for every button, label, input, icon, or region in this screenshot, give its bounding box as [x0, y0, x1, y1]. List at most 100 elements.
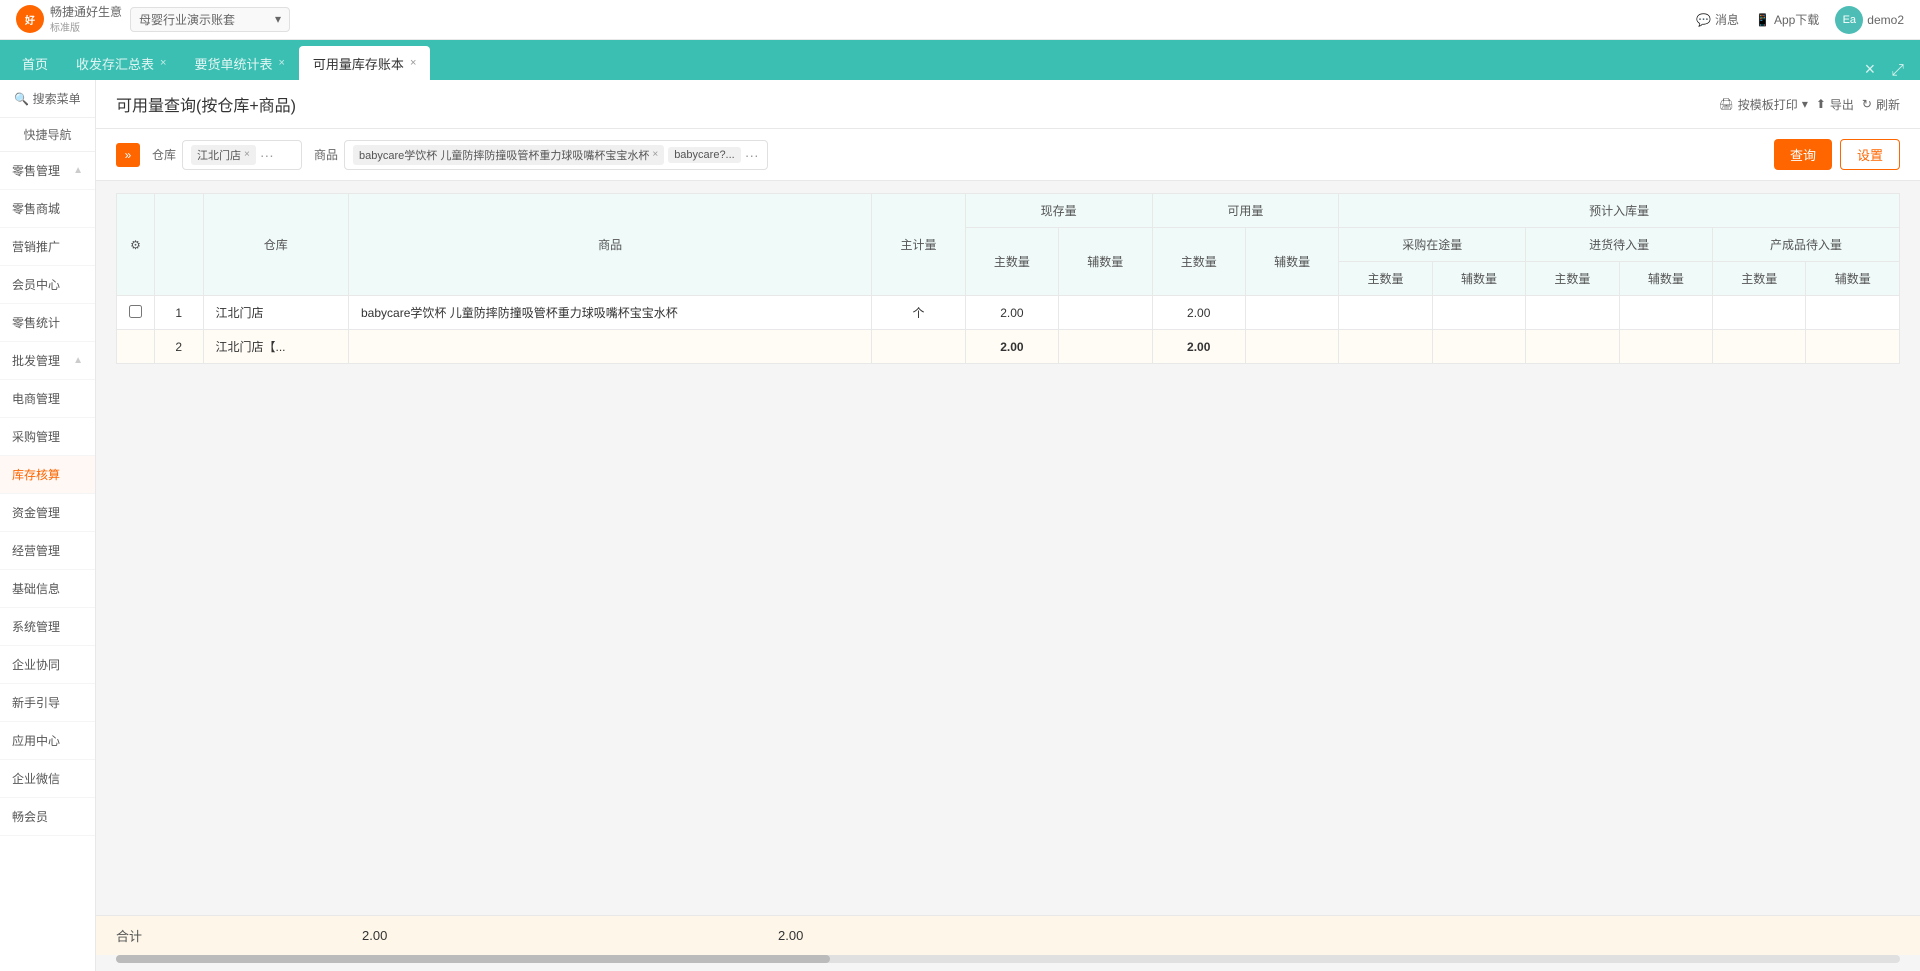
app-download-label: App下载	[1774, 11, 1819, 28]
tab-available-stock-close[interactable]: ×	[410, 57, 416, 69]
logo-sub: 标准版	[50, 19, 122, 34]
sidebar-item-wholesale[interactable]: 批发管理 ▲	[0, 342, 95, 380]
sidebar-item-retail-stats-label: 零售统计	[12, 314, 83, 331]
tab-order-stats[interactable]: 要货单统计表 ×	[180, 46, 298, 80]
tab-summary[interactable]: 收发存汇总表 ×	[62, 46, 180, 80]
row1-check[interactable]	[117, 296, 155, 330]
sidebar-item-wholesale-label: 批发管理	[12, 352, 73, 369]
col-available-header: 可用量	[1152, 194, 1339, 228]
sidebar-item-ecommerce-label: 电商管理	[12, 390, 83, 407]
sidebar-item-marketing[interactable]: 营销推广	[0, 228, 95, 266]
col-seq-header	[155, 194, 204, 296]
tab-summary-label: 收发存汇总表	[76, 54, 154, 73]
sidebar-item-ecommerce[interactable]: 电商管理	[0, 380, 95, 418]
sidebar-search[interactable]: 🔍 搜索菜单	[0, 80, 95, 118]
row1-stock-aux	[1059, 296, 1152, 330]
sidebar-item-inventory[interactable]: 库存核算	[0, 456, 95, 494]
sidebar-item-vip[interactable]: 畅会员	[0, 798, 95, 836]
sidebar-item-system-label: 系统管理	[12, 618, 83, 635]
sidebar-item-enterprise-wechat[interactable]: 企业微信	[0, 760, 95, 798]
col-incoming-pending-header: 进货待入量	[1526, 228, 1713, 262]
expand-tabs-button[interactable]: ⤢	[1883, 62, 1912, 80]
product-tag-2-value: babycare?...	[674, 149, 735, 161]
col-forecast-in-header: 预计入库量	[1339, 194, 1900, 228]
col-stock-aux-header: 辅数量	[1059, 228, 1152, 296]
sidebar-item-retail-mall[interactable]: 零售商城	[0, 190, 95, 228]
horizontal-scrollbar[interactable]	[116, 955, 1900, 963]
warehouse-filter-input[interactable]: 江北门店 × ···	[182, 140, 302, 170]
tab-home-label: 首页	[22, 54, 48, 73]
user-area[interactable]: Ea demo2	[1835, 6, 1904, 34]
product-tag-1-close[interactable]: ×	[652, 149, 658, 160]
sidebar-item-purchase-label: 采购管理	[12, 428, 83, 445]
product-filter-input[interactable]: babycare学饮杯 儿童防摔防撞吸管杯重力球吸嘴杯宝宝水杯 × babyca…	[344, 140, 768, 170]
quick-nav-label: 快捷导航	[23, 128, 71, 142]
warehouse-tag-close[interactable]: ×	[244, 149, 250, 160]
sidebar-item-member[interactable]: 会员中心	[0, 266, 95, 304]
col-current-stock-header: 现存量	[965, 194, 1152, 228]
app-download-button[interactable]: 📱 App下载	[1755, 11, 1819, 28]
template-print-button[interactable]: 🖨 按模板打印 ▾	[1719, 96, 1808, 113]
warehouse-filter: 仓库 江北门店 × ···	[152, 140, 302, 170]
warehouse-tag: 江北门店 ×	[191, 145, 256, 165]
row1-avail-aux	[1245, 296, 1338, 330]
top-bar-left: 好 畅捷通好生意 标准版 母婴行业演示账套 ▾	[16, 5, 290, 34]
sidebar-item-system[interactable]: 系统管理	[0, 608, 95, 646]
sidebar-quick-nav[interactable]: 快捷导航	[0, 118, 95, 152]
refresh-icon: ↻	[1862, 97, 1872, 111]
tab-order-stats-close[interactable]: ×	[278, 57, 284, 69]
query-button[interactable]: 查询	[1774, 139, 1832, 170]
col-purchase-transit-header: 采购在途量	[1339, 228, 1526, 262]
close-all-tabs-button[interactable]: ×	[1857, 59, 1884, 80]
sidebar-item-newbie-label: 新手引导	[12, 694, 83, 711]
refresh-label: 刷新	[1876, 96, 1900, 113]
tab-summary-close[interactable]: ×	[160, 57, 166, 69]
industry-label: 母婴行业演示账套	[139, 11, 235, 28]
sidebar-item-enterprise-collab[interactable]: 企业协同	[0, 646, 95, 684]
industry-selector[interactable]: 母婴行业演示账套 ▾	[130, 7, 290, 32]
page-header-actions: 🖨 按模板打印 ▾ ⬆ 导出 ↻ 刷新	[1719, 96, 1900, 125]
sidebar-item-enterprise-collab-label: 企业协同	[12, 656, 83, 673]
filter-expand-button[interactable]: »	[116, 143, 140, 167]
tab-home[interactable]: 首页	[8, 46, 62, 80]
template-print-label: 按模板打印	[1738, 96, 1798, 113]
sidebar-item-retail-stats[interactable]: 零售统计	[0, 304, 95, 342]
sidebar-item-app-center[interactable]: 应用中心	[0, 722, 95, 760]
sidebar-item-retail-mgmt-label: 零售管理	[12, 162, 73, 179]
sidebar-item-newbie[interactable]: 新手引导	[0, 684, 95, 722]
top-bar-right: 💬 消息 📱 App下载 Ea demo2	[1696, 6, 1904, 34]
sidebar-item-operations[interactable]: 经营管理	[0, 532, 95, 570]
col-settings-header[interactable]: ⚙	[117, 194, 155, 296]
footer-purch-main	[1068, 928, 1207, 943]
sidebar-item-purchase[interactable]: 采购管理	[0, 418, 95, 456]
logo-icon: 好	[16, 5, 44, 33]
row1-checkbox[interactable]	[129, 305, 142, 318]
table-footer: 合计 2.00 2.00	[96, 915, 1920, 955]
sidebar-item-basics[interactable]: 基础信息	[0, 570, 95, 608]
sidebar-item-vip-label: 畅会员	[12, 808, 83, 825]
sidebar-item-basics-label: 基础信息	[12, 580, 83, 597]
row2-unit	[872, 330, 965, 364]
tab-available-stock-label: 可用量库存账本	[313, 54, 404, 73]
product-more-icon[interactable]: ···	[745, 147, 759, 163]
warehouse-more-icon[interactable]: ···	[260, 147, 274, 163]
tab-available-stock[interactable]: 可用量库存账本 ×	[299, 46, 430, 80]
footer-avail-main: 2.00	[652, 928, 929, 943]
row2-check[interactable]	[117, 330, 155, 364]
refresh-button[interactable]: ↻ 刷新	[1862, 96, 1900, 113]
settings-button[interactable]: 设置	[1840, 139, 1900, 170]
warehouse-tag-value: 江北门店	[197, 147, 241, 163]
row1-stock-main: 2.00	[965, 296, 1058, 330]
sidebar-item-finance-label: 资金管理	[12, 504, 83, 521]
sidebar-item-finance[interactable]: 资金管理	[0, 494, 95, 532]
scrollbar-thumb[interactable]	[116, 955, 830, 963]
message-button[interactable]: 💬 消息	[1696, 11, 1739, 28]
sidebar-item-retail-mgmt[interactable]: 零售管理 ▲	[0, 152, 95, 190]
export-button[interactable]: ⬆ 导出	[1816, 96, 1854, 113]
footer-stock-aux	[513, 928, 652, 943]
sidebar-item-retail-mall-label: 零售商城	[12, 200, 83, 217]
sidebar-item-member-label: 会员中心	[12, 276, 83, 293]
row2-purch-aux	[1432, 330, 1525, 364]
product-filter-label: 商品	[314, 146, 338, 163]
content-area: 可用量查询(按仓库+商品) 🖨 按模板打印 ▾ ⬆ 导出 ↻ 刷新 »	[96, 80, 1920, 971]
